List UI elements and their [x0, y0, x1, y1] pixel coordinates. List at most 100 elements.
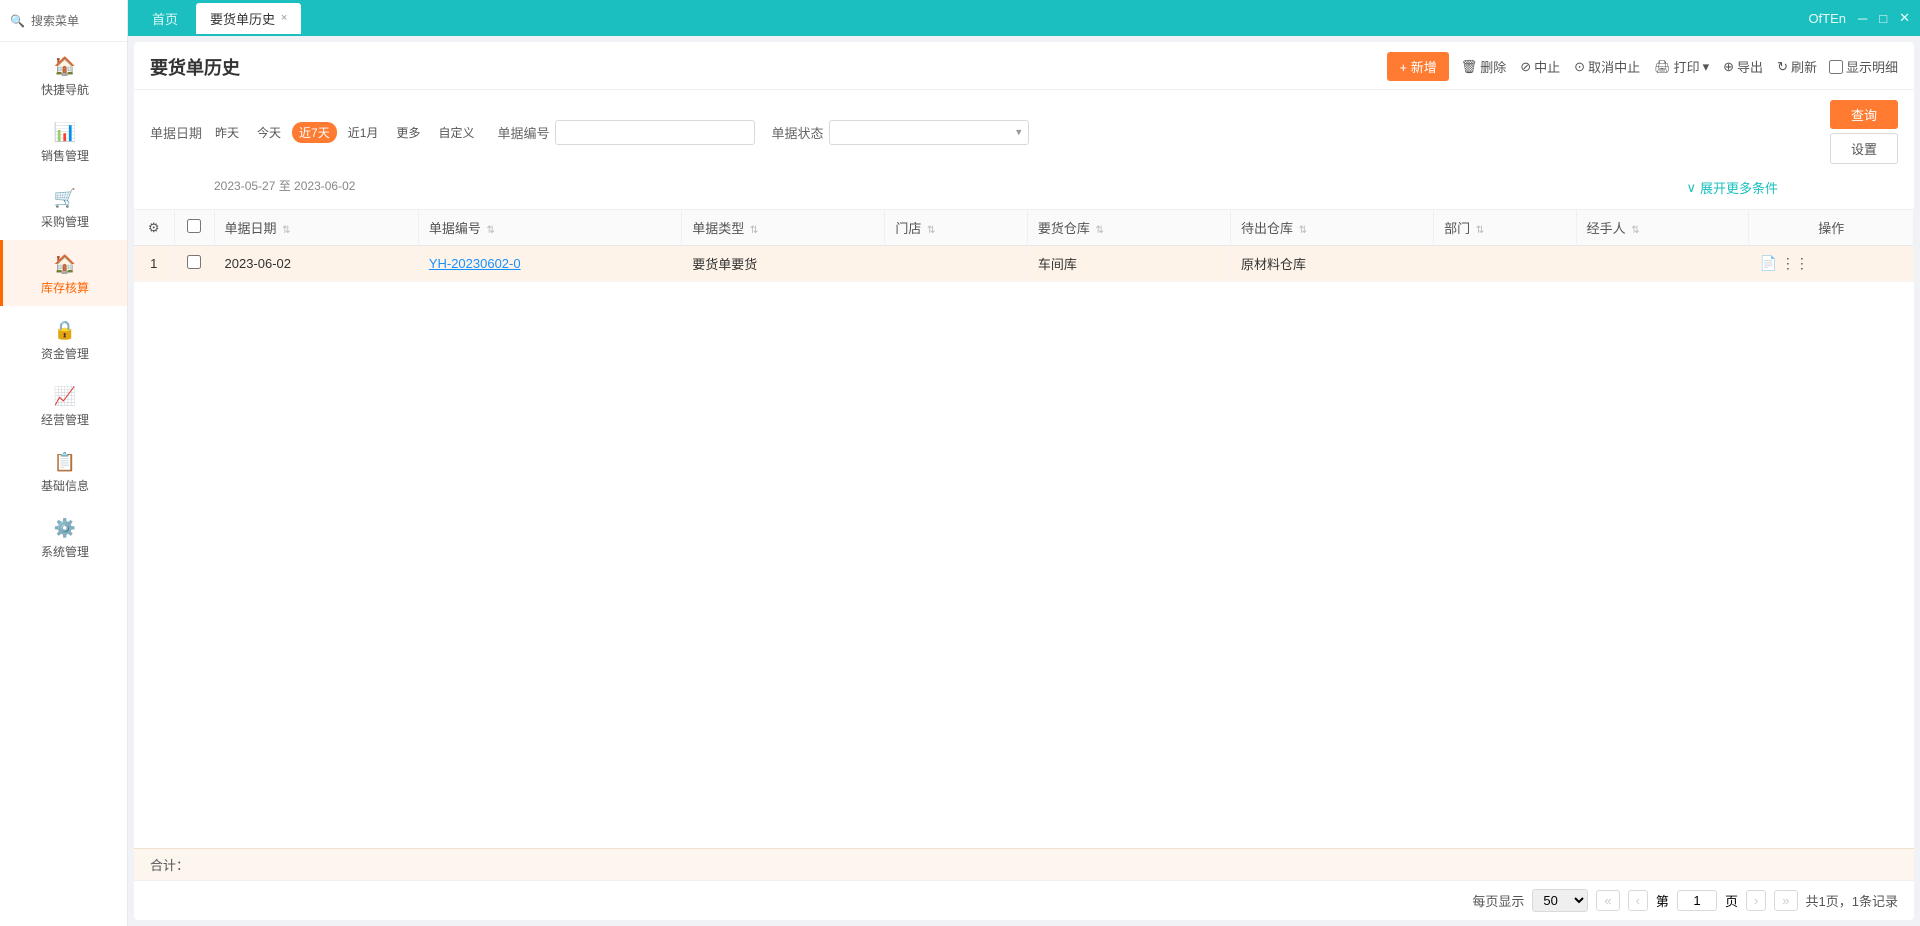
system-label: 系统管理	[41, 543, 89, 560]
finance-label: 资金管理	[41, 345, 89, 362]
prev-page-button[interactable]: ‹	[1628, 890, 1648, 911]
cancel-stop-button[interactable]: ⊙ 取消中止	[1572, 53, 1642, 80]
status-filter-label: 单据状态	[771, 123, 823, 142]
th-checkbox[interactable]	[174, 210, 214, 246]
last-page-button[interactable]: »	[1774, 890, 1797, 911]
doc-number-filter: 单据编号	[497, 120, 755, 145]
cancel-stop-icon: ⊙	[1574, 59, 1585, 75]
close-button[interactable]: ✕	[1899, 10, 1910, 26]
print-button[interactable]: 🖨 打印 ▾	[1652, 53, 1711, 80]
operations-icon: 📈	[54, 386, 76, 407]
brand-label: OfTEn	[1808, 11, 1846, 26]
sidebar-item-quick-nav[interactable]: 🏠 快捷导航	[0, 42, 127, 108]
status-filter: 单据状态	[771, 120, 1029, 145]
pagination: 每页显示 50 100 200 « ‹ 第 页 › » 共1页，1条记录	[134, 880, 1914, 920]
td-store	[885, 246, 1027, 282]
per-page-select[interactable]: 50 100 200	[1532, 889, 1588, 912]
more-action-icon[interactable]: ⋮⋮	[1781, 255, 1809, 272]
tab-history[interactable]: 要货单历史×	[196, 3, 301, 34]
date-opt-近7天[interactable]: 近7天	[292, 122, 337, 143]
table-footer: 合计：	[134, 848, 1914, 880]
date-filter-label: 单据日期	[150, 123, 202, 142]
status-select[interactable]	[829, 120, 1029, 145]
sales-icon: 📊	[54, 122, 76, 143]
table-header-row: ⚙ 单据日期 ⇅ 单据编号 ⇅ 单据类型 ⇅ 门店 ⇅ 要货仓库 ⇅ 待出仓库 …	[134, 210, 1914, 246]
td-type: 要货单要货	[682, 246, 885, 282]
page-title: 要货单历史	[150, 54, 240, 80]
delete-icon: 🗑	[1461, 59, 1478, 75]
quick-nav-icon: 🏠	[54, 56, 76, 77]
th-req-warehouse: 要货仓库 ⇅	[1027, 210, 1230, 246]
sidebar: 🔍 搜索菜单 🏠 快捷导航 📊 销售管理 🛒 采购管理 🏠 库存核算 🔒 资金管…	[0, 0, 128, 926]
system-icon: ⚙️	[54, 518, 76, 539]
query-button[interactable]: 查询	[1830, 100, 1898, 129]
td-date: 2023-06-02	[214, 246, 418, 282]
view-action-icon[interactable]: 📄	[1759, 255, 1776, 272]
operations-label: 经营管理	[41, 411, 89, 428]
refresh-icon: ↻	[1777, 59, 1788, 75]
sidebar-search-label: 搜索菜单	[31, 12, 79, 29]
stop-icon: ⊘	[1520, 59, 1531, 75]
content-area: 要货单历史 + 新增 🗑 删除 ⊘ 中止 ⊙ 取消中止 🖨 打印	[134, 42, 1914, 920]
display-detail-toggle[interactable]: 显示明细	[1829, 57, 1898, 76]
table-row: 1 2023-06-02 YH-20230602-0 要货单要货 车间库 原材料…	[134, 246, 1914, 282]
td-number: YH-20230602-0	[418, 246, 681, 282]
query-buttons: 查询 设置	[1830, 100, 1898, 164]
th-number: 单据编号 ⇅	[418, 210, 681, 246]
th-department: 部门 ⇅	[1434, 210, 1576, 246]
stop-button[interactable]: ⊘ 中止	[1518, 53, 1562, 80]
refresh-button[interactable]: ↻ 刷新	[1775, 53, 1819, 80]
minimize-button[interactable]: ─	[1858, 11, 1867, 26]
first-page-button[interactable]: «	[1596, 890, 1619, 911]
row-checkbox[interactable]	[187, 255, 201, 269]
add-button[interactable]: + 新增	[1387, 52, 1448, 81]
page-suffix: 页	[1725, 891, 1738, 910]
print-dropdown-icon: ▾	[1703, 59, 1710, 75]
sidebar-item-system[interactable]: ⚙️ 系统管理	[0, 504, 127, 570]
sidebar-item-purchase[interactable]: 🛒 采购管理	[0, 174, 127, 240]
td-checkbox[interactable]	[174, 246, 214, 282]
expand-more-button[interactable]: ∨ 展开更多条件	[1686, 174, 1778, 201]
export-button[interactable]: ⊕ 导出	[1721, 53, 1765, 80]
next-page-button[interactable]: ›	[1746, 890, 1766, 911]
delete-button[interactable]: 🗑 删除	[1459, 53, 1509, 80]
date-opt-昨天[interactable]: 昨天	[208, 122, 246, 143]
tab-home[interactable]: 首页	[138, 3, 192, 34]
th-action: 操作	[1749, 210, 1914, 246]
inventory-icon: 🏠	[54, 254, 76, 275]
status-select-wrapper	[829, 120, 1029, 145]
date-options: 昨天今天近7天近1月更多自定义	[208, 122, 481, 143]
filter-row: 单据日期 昨天今天近7天近1月更多自定义 单据编号 单据状态	[150, 100, 1898, 164]
setting-button[interactable]: 设置	[1830, 133, 1898, 164]
display-detail-checkbox[interactable]	[1829, 60, 1843, 74]
finance-icon: 🔒	[54, 320, 76, 341]
sidebar-item-inventory[interactable]: 🏠 库存核算	[0, 240, 127, 306]
doc-number-link[interactable]: YH-20230602-0	[429, 256, 521, 271]
toolbar: + 新增 🗑 删除 ⊘ 中止 ⊙ 取消中止 🖨 打印 ▾	[1387, 52, 1898, 81]
td-req-warehouse: 车间库	[1027, 246, 1230, 282]
select-all-checkbox[interactable]	[187, 219, 201, 233]
th-settings: ⚙	[134, 210, 174, 246]
sidebar-item-finance[interactable]: 🔒 资金管理	[0, 306, 127, 372]
purchase-icon: 🛒	[54, 188, 76, 209]
date-opt-自定义[interactable]: 自定义	[431, 122, 481, 143]
sidebar-item-sales[interactable]: 📊 销售管理	[0, 108, 127, 174]
date-opt-近1月[interactable]: 近1月	[341, 122, 386, 143]
maximize-button[interactable]: □	[1879, 11, 1887, 26]
export-icon: ⊕	[1723, 59, 1734, 75]
sidebar-search[interactable]: 🔍 搜索菜单	[0, 0, 127, 42]
page-label: 第	[1656, 891, 1669, 910]
tab-close-history[interactable]: ×	[281, 13, 287, 24]
quick-nav-label: 快捷导航	[41, 81, 89, 98]
sidebar-item-basic[interactable]: 📋 基础信息	[0, 438, 127, 504]
doc-number-input[interactable]	[555, 120, 755, 145]
date-opt-今天[interactable]: 今天	[250, 122, 288, 143]
per-page-label: 每页显示	[1472, 891, 1524, 910]
date-range-label: 2023-05-27 至 2023-06-02	[214, 177, 355, 194]
sidebar-item-operations[interactable]: 📈 经营管理	[0, 372, 127, 438]
th-date: 单据日期 ⇅	[214, 210, 418, 246]
date-opt-更多[interactable]: 更多	[389, 122, 427, 143]
basic-icon: 📋	[54, 452, 76, 473]
th-handler: 经手人 ⇅	[1576, 210, 1749, 246]
page-number-input[interactable]	[1677, 890, 1717, 911]
